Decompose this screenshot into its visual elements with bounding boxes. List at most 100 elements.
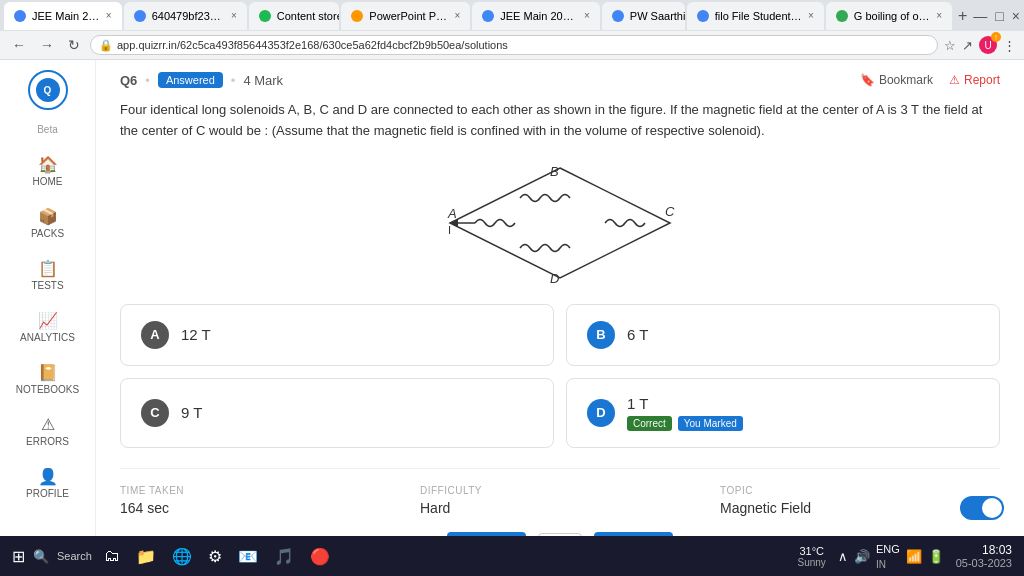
taskbar-left: ⊞ 🔍 Search 🗂 📁 🌐 ⚙ 📧 🎵 🔴 <box>12 547 334 566</box>
option-a[interactable]: A 12 T <box>120 304 554 366</box>
new-tab-button[interactable]: + <box>954 3 971 29</box>
taskbar-clock: 18:03 05-03-2023 <box>956 543 1012 569</box>
sidebar-item-home[interactable]: 🏠 HOME <box>8 147 88 195</box>
home-icon: 🏠 <box>38 155 58 174</box>
tab-6[interactable]: PW Saarthi × <box>602 2 685 30</box>
notebooks-icon: 📔 <box>38 363 58 382</box>
address-bar[interactable]: 🔒 app.quizrr.in/62c5ca493f85644353f2e168… <box>90 35 938 55</box>
tab-active[interactable]: JEE Main 2021 (18... × <box>4 2 122 30</box>
up-chevron-icon[interactable]: ∧ <box>838 549 848 564</box>
sidebar-item-errors[interactable]: ⚠ ERRORS <box>8 407 88 455</box>
options-grid: A 12 T B 6 T C 9 T D 1 T Correct Yo <box>120 304 1000 448</box>
option-c[interactable]: C 9 T <box>120 378 554 448</box>
logo-icon: Q <box>36 78 60 102</box>
stats-row: TIME TAKEN 164 sec DIFFICULTY Hard TOPIC… <box>120 468 1000 516</box>
taskbar-app-5[interactable]: 📧 <box>234 547 262 566</box>
tab-close-5-icon[interactable]: × <box>584 10 590 21</box>
toggle-switch[interactable] <box>960 496 1004 520</box>
tab-8[interactable]: G boiling of ortho and... × <box>826 2 952 30</box>
tab-close-8-icon[interactable]: × <box>936 10 942 21</box>
back-button[interactable]: ← <box>8 35 30 55</box>
svg-text:A: A <box>447 206 457 221</box>
search-icon-taskbar[interactable]: 🔍 <box>33 549 49 564</box>
taskbar: ⊞ 🔍 Search 🗂 📁 🌐 ⚙ 📧 🎵 🔴 31°C Sunny ∧ 🔊 … <box>0 536 1024 576</box>
svg-text:D: D <box>550 271 559 286</box>
volume-icon[interactable]: 🔊 <box>854 549 870 564</box>
bookmark-star-icon[interactable]: ☆ <box>944 38 956 53</box>
weather-temp: 31°C <box>799 545 824 557</box>
correct-tag: Correct <box>627 416 672 431</box>
report-button[interactable]: ⚠ Report <box>949 73 1000 87</box>
taskbar-app-2[interactable]: 📁 <box>132 547 160 566</box>
taskbar-app-7[interactable]: 🔴 <box>306 547 334 566</box>
browser-nav-icons: ☆ ↗ U ! ⋮ <box>944 36 1016 54</box>
bookmark-button[interactable]: 🔖 Bookmark <box>860 73 933 87</box>
taskbar-time: 18:03 <box>956 543 1012 557</box>
windows-icon[interactable]: ⊞ <box>12 547 25 566</box>
tab-3[interactable]: Content store × <box>249 2 340 30</box>
extensions-icon[interactable]: ⋮ <box>1003 38 1016 53</box>
wifi-icon[interactable]: 📶 <box>906 549 922 564</box>
taskbar-app-6[interactable]: 🎵 <box>270 547 298 566</box>
sidebar-item-analytics[interactable]: 📈 ANALYTICS <box>8 303 88 351</box>
report-icon: ⚠ <box>949 73 960 87</box>
taskbar-app-1[interactable]: 🗂 <box>100 547 124 565</box>
sidebar-item-packs[interactable]: 📦 PACKS <box>8 199 88 247</box>
sidebar-item-notebooks[interactable]: 📔 NOTEBOOKS <box>8 355 88 403</box>
answered-badge: Answered <box>158 72 223 88</box>
stat-topic: TOPIC Magnetic Field <box>720 485 1000 516</box>
option-b[interactable]: B 6 T <box>566 304 1000 366</box>
sidebar-packs-label: PACKS <box>31 228 64 239</box>
diagram-container: A I B C D <box>120 158 1000 288</box>
taskbar-app-3[interactable]: 🌐 <box>168 547 196 566</box>
lang-label: ENG IN <box>876 541 900 571</box>
share-icon[interactable]: ↗ <box>962 38 973 53</box>
question-text: Four identical long solenoids A, B, C an… <box>120 100 1000 142</box>
search-label-taskbar[interactable]: Search <box>57 550 92 562</box>
forward-button[interactable]: → <box>36 35 58 55</box>
option-d-text: 1 T <box>627 395 648 412</box>
sidebar-profile-label: PROFILE <box>26 488 69 499</box>
toggle-container <box>960 496 1004 520</box>
option-b-badge: B <box>587 321 615 349</box>
url-text: app.quizrr.in/62c5ca493f85644353f2e168/6… <box>117 39 508 51</box>
tabs-row: JEE Main 2021 (18... × 640479bf237313453… <box>0 0 1024 31</box>
minimize-button[interactable]: — <box>973 8 987 24</box>
svg-text:C: C <box>665 204 675 219</box>
tab-close-4-icon[interactable]: × <box>454 10 460 21</box>
sidebar-home-label: HOME <box>33 176 63 187</box>
option-d[interactable]: D 1 T Correct You Marked <box>566 378 1000 448</box>
battery-icon[interactable]: 🔋 <box>928 549 944 564</box>
stat-difficulty: DIFFICULTY Hard <box>420 485 700 516</box>
tab-4[interactable]: PowerPoint Presentati... × <box>341 2 470 30</box>
tests-icon: 📋 <box>38 259 58 278</box>
beta-label: Beta <box>37 124 58 135</box>
taskbar-app-4[interactable]: ⚙ <box>204 547 226 566</box>
nav-row: ← → ↻ 🔒 app.quizrr.in/62c5ca493f85644353… <box>0 31 1024 59</box>
tab-7[interactable]: filo File Student: World's C × <box>687 2 824 30</box>
profile-icon[interactable]: U ! <box>979 36 997 54</box>
header-actions: 🔖 Bookmark ⚠ Report <box>860 73 1000 87</box>
tab-2[interactable]: 640479bf237313453... × <box>124 2 247 30</box>
svg-text:I: I <box>448 224 451 236</box>
app-container: Q Beta 🏠 HOME 📦 PACKS 📋 TESTS 📈 ANALYTIC… <box>0 60 1024 536</box>
sidebar-item-profile[interactable]: 👤 PROFILE <box>8 459 88 507</box>
tab-close-icon[interactable]: × <box>106 10 112 21</box>
option-b-text: 6 T <box>627 326 648 343</box>
option-d-tags: Correct You Marked <box>627 416 743 431</box>
option-c-badge: C <box>141 399 169 427</box>
packs-icon: 📦 <box>38 207 58 226</box>
toggle-circle <box>982 498 1002 518</box>
taskbar-weather: 31°C Sunny <box>798 545 826 568</box>
reload-button[interactable]: ↻ <box>64 35 84 55</box>
you-marked-tag: You Marked <box>678 416 743 431</box>
maximize-button[interactable]: □ <box>995 8 1003 24</box>
tab-close-2-icon[interactable]: × <box>231 10 237 21</box>
sidebar-item-tests[interactable]: 📋 TESTS <box>8 251 88 299</box>
tab-close-7-icon[interactable]: × <box>808 10 814 21</box>
option-d-content: 1 T Correct You Marked <box>627 395 743 431</box>
close-button[interactable]: × <box>1012 8 1020 24</box>
errors-icon: ⚠ <box>41 415 55 434</box>
tab-5[interactable]: JEE Main 2016 (Onlin... × <box>472 2 600 30</box>
browser-chrome: JEE Main 2021 (18... × 640479bf237313453… <box>0 0 1024 60</box>
